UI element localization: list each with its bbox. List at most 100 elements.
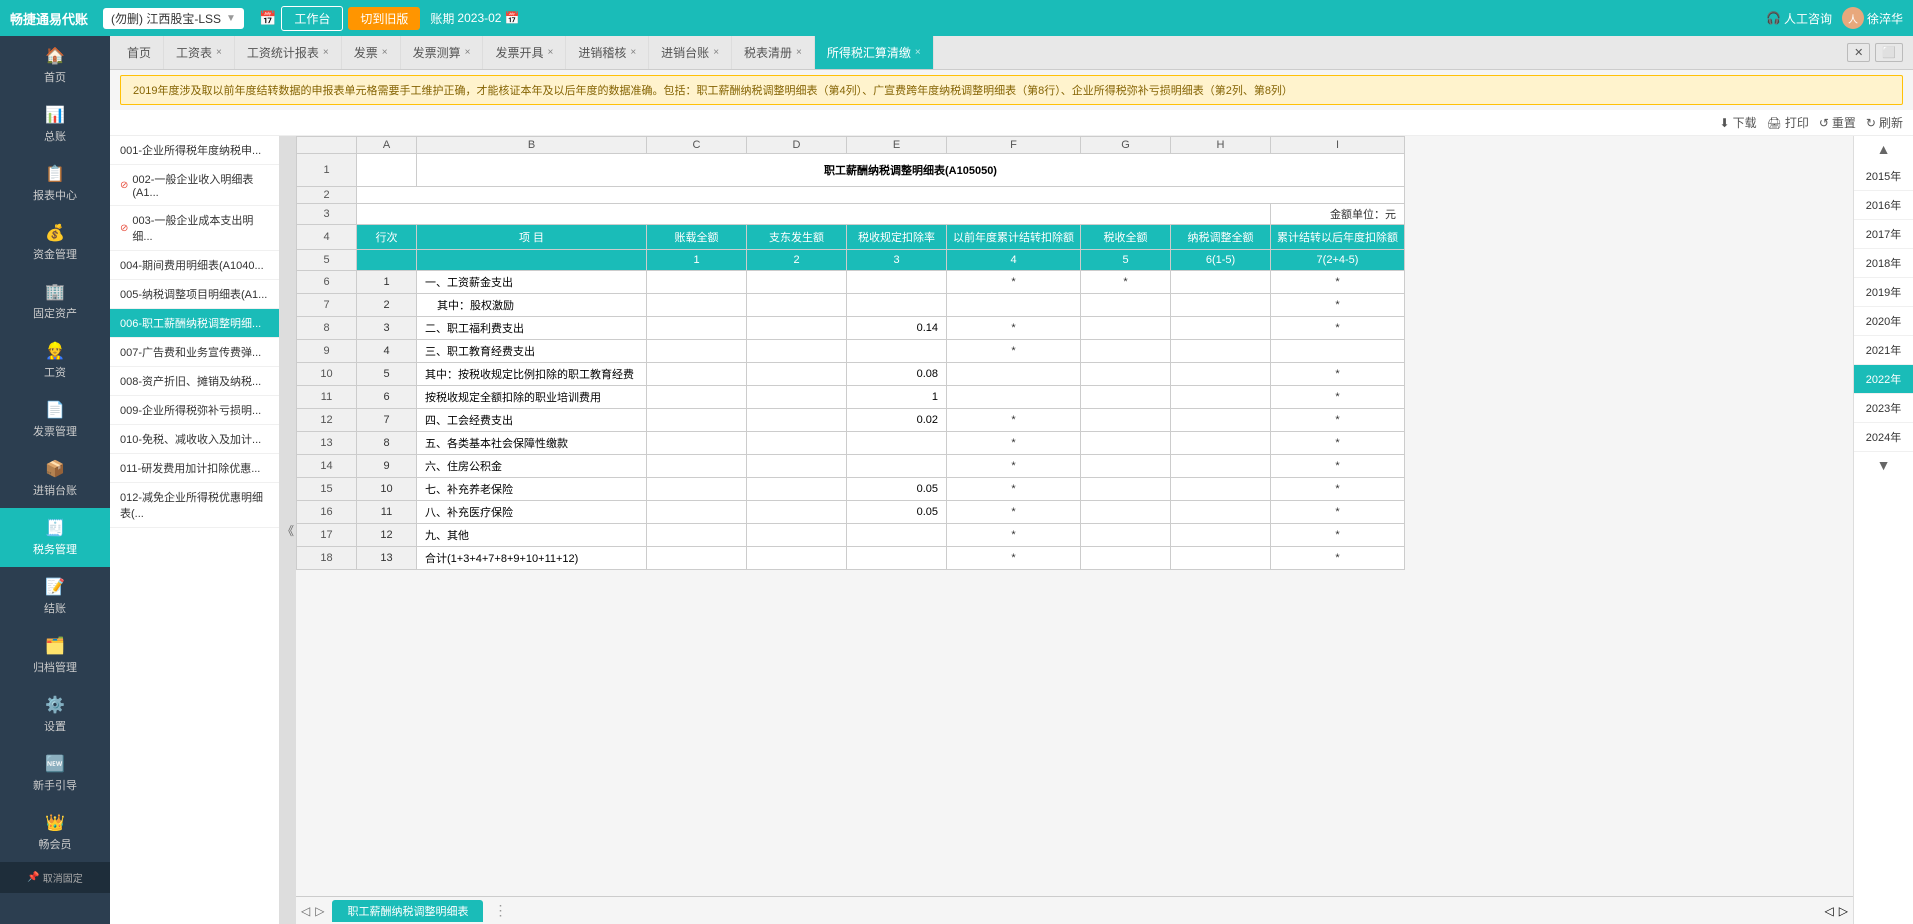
tab-tax-book[interactable]: 税表清册 × <box>732 36 815 69</box>
panel-item-012[interactable]: 012-减免企业所得税优惠明细表(... <box>110 483 279 528</box>
tab-home[interactable]: 首页 <box>115 36 164 69</box>
cell-3[interactable] <box>357 204 1271 225</box>
cell-18D[interactable] <box>747 547 847 570</box>
panel-item-010[interactable]: 010-免税、减收收入及加计... <box>110 425 279 454</box>
tab-invoice-open[interactable]: 发票开具 × <box>483 36 566 69</box>
user-profile[interactable]: 人 徐淬华 <box>1842 7 1903 29</box>
cell-13G[interactable] <box>1081 432 1171 455</box>
cell-11C[interactable] <box>647 386 747 409</box>
cell-18H[interactable] <box>1171 547 1271 570</box>
cell-11G[interactable] <box>1081 386 1171 409</box>
tab-purchase-ledger[interactable]: 进销台账 × <box>649 36 732 69</box>
year-2021[interactable]: 2021年 <box>1854 336 1913 365</box>
cell-15E[interactable]: 0.05 <box>847 478 947 501</box>
cell-6D[interactable] <box>747 271 847 294</box>
cell-16E[interactable]: 0.05 <box>847 501 947 524</box>
back-button[interactable]: 切到旧版 <box>348 7 420 30</box>
cell-6C[interactable] <box>647 271 747 294</box>
year-2015[interactable]: 2015年 <box>1854 162 1913 191</box>
workspace-button[interactable]: 工作台 <box>281 6 343 31</box>
label-10[interactable]: 其中：按税收规定比例扣除的职工教育经费 <box>417 363 647 386</box>
bottom-more-icon[interactable]: ⋮ <box>493 902 507 919</box>
scroll-right-icon[interactable]: ▷ <box>1839 904 1848 918</box>
tab-payroll[interactable]: 工资表 × <box>164 36 235 69</box>
spreadsheet-scroll[interactable]: A B C D E F G H I <box>296 136 1853 896</box>
cell-10H[interactable] <box>1171 363 1271 386</box>
label-6[interactable]: 一、工资薪金支出 <box>417 271 647 294</box>
year-2023[interactable]: 2023年 <box>1854 394 1913 423</box>
cell-14H[interactable] <box>1171 455 1271 478</box>
next-sheet-btn[interactable]: ▷ <box>315 904 324 918</box>
panel-item-008[interactable]: 008-资产折旧、摊销及纳税... <box>110 367 279 396</box>
cell-7D[interactable] <box>747 294 847 317</box>
tab-payroll-close[interactable]: × <box>216 47 222 58</box>
tab-invoice-close[interactable]: × <box>382 47 388 58</box>
tab-purchase-check[interactable]: 进销稽核 × <box>566 36 649 69</box>
cell-12C[interactable] <box>647 409 747 432</box>
cell-1A[interactable] <box>357 154 417 187</box>
user-service[interactable]: 🎧 人工咨询 <box>1766 10 1832 27</box>
scroll-left-icon[interactable]: ◁ <box>1825 904 1834 918</box>
prev-sheet-btn[interactable]: ◁ <box>301 904 310 918</box>
cell-17G[interactable] <box>1081 524 1171 547</box>
cell-14C[interactable] <box>647 455 747 478</box>
sidebar-item-finance[interactable]: 💰 资金管理 <box>0 213 110 272</box>
panel-item-007[interactable]: 007-广告费和业务宣传费弹... <box>110 338 279 367</box>
label-12[interactable]: 四、工会经费支出 <box>417 409 647 432</box>
tab-invoice[interactable]: 发票 × <box>342 36 401 69</box>
cell-9C[interactable] <box>647 340 747 363</box>
panel-item-005[interactable]: 005-纳税调整项目明细表(A1... <box>110 280 279 309</box>
unpin-button[interactable]: 📌 取消固定 <box>0 862 110 893</box>
cell-12H[interactable] <box>1171 409 1271 432</box>
tab-income-tax[interactable]: 所得税汇算清缴 × <box>815 36 934 69</box>
tab-purchase-check-close[interactable]: × <box>630 47 636 58</box>
cell-13D[interactable] <box>747 432 847 455</box>
cell-6H[interactable] <box>1171 271 1271 294</box>
cell-18G[interactable] <box>1081 547 1171 570</box>
cell-10D[interactable] <box>747 363 847 386</box>
cell-8C[interactable] <box>647 317 747 340</box>
panel-item-011[interactable]: 011-研发费用加计扣除优惠... <box>110 454 279 483</box>
cell-14G[interactable] <box>1081 455 1171 478</box>
panel-item-009[interactable]: 009-企业所得税弥补亏损明... <box>110 396 279 425</box>
cell-17D[interactable] <box>747 524 847 547</box>
cell-18E[interactable] <box>847 547 947 570</box>
year-2017[interactable]: 2017年 <box>1854 220 1913 249</box>
year-2018[interactable]: 2018年 <box>1854 249 1913 278</box>
panel-item-002[interactable]: ⊘ 002-一般企业收入明细表(A1... <box>110 165 279 206</box>
panel-collapse-button[interactable]: 《 <box>280 136 296 924</box>
tab-invoice-calc[interactable]: 发票测算 × <box>401 36 484 69</box>
tab-maximize[interactable]: ⬜ <box>1875 43 1903 62</box>
cell-7H[interactable] <box>1171 294 1271 317</box>
sidebar-item-home[interactable]: 🏠 首页 <box>0 36 110 95</box>
tab-payroll-stats[interactable]: 工资统计报表 × <box>235 36 342 69</box>
cell-9G[interactable] <box>1081 340 1171 363</box>
cell-9E[interactable] <box>847 340 947 363</box>
panel-item-001[interactable]: 001-企业所得税年度纳税申... <box>110 136 279 165</box>
year-down-nav[interactable]: ▼ <box>1872 452 1896 478</box>
label-14[interactable]: 六、住房公积金 <box>417 455 647 478</box>
bottom-tab-payroll[interactable]: 职工薪酬纳税调整明细表 <box>332 900 483 922</box>
cell-11F[interactable] <box>947 386 1081 409</box>
cell-9H[interactable] <box>1171 340 1271 363</box>
calendar-icon-btn[interactable]: 📅 <box>254 8 281 29</box>
panel-item-006[interactable]: 006-职工薪酬纳税调整明细... <box>110 309 279 338</box>
cell-16D[interactable] <box>747 501 847 524</box>
sidebar-item-guide[interactable]: 🆕 新手引导 <box>0 744 110 803</box>
cell-14E[interactable] <box>847 455 947 478</box>
cell-17E[interactable] <box>847 524 947 547</box>
sidebar-item-purchases[interactable]: 📦 进销台账 <box>0 449 110 508</box>
sidebar-item-assets[interactable]: 🏢 固定资产 <box>0 272 110 331</box>
cell-7F[interactable] <box>947 294 1081 317</box>
cell-10E[interactable]: 0.08 <box>847 363 947 386</box>
year-2024[interactable]: 2024年 <box>1854 423 1913 452</box>
sidebar-item-vip[interactable]: 👑 畅会员 <box>0 803 110 862</box>
tab-tax-book-close[interactable]: × <box>796 47 802 58</box>
period-calendar-icon[interactable]: 📅 <box>504 11 519 25</box>
cell-7E[interactable] <box>847 294 947 317</box>
download-button[interactable]: ⬇ 下载 <box>1720 114 1757 131</box>
cell-14D[interactable] <box>747 455 847 478</box>
reset-button[interactable]: ↺ 重置 <box>1819 114 1856 131</box>
cell-11H[interactable] <box>1171 386 1271 409</box>
year-up-nav[interactable]: ▲ <box>1872 136 1896 162</box>
